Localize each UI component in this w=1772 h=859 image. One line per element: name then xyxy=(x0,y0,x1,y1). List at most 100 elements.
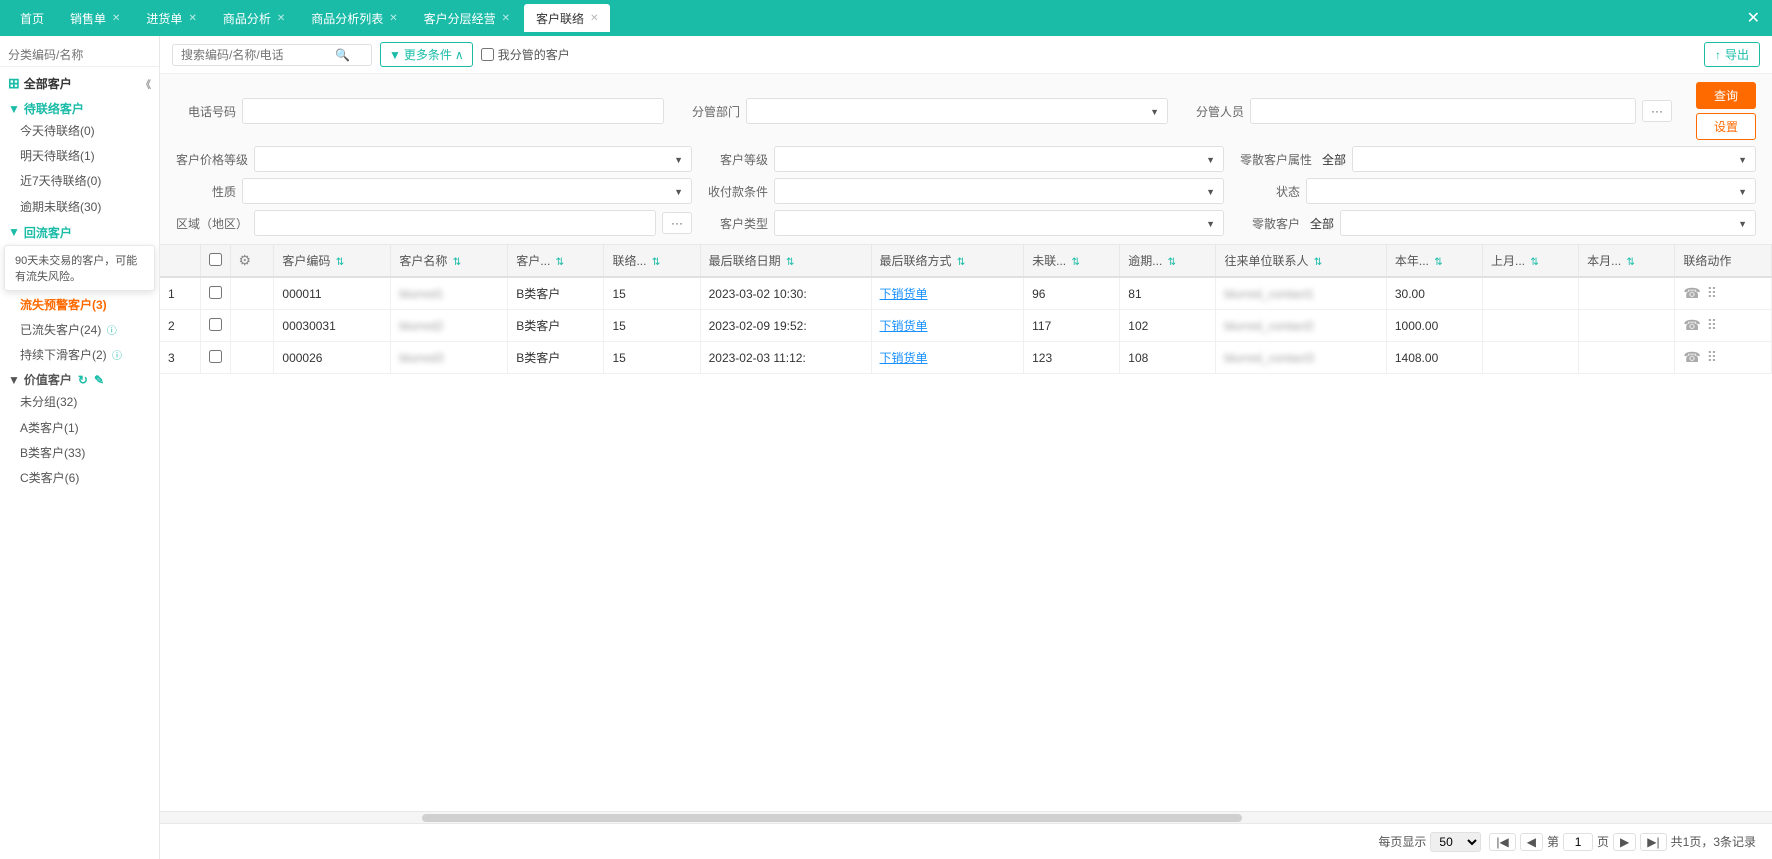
sidebar-search-input[interactable] xyxy=(8,48,160,62)
phone-input[interactable] xyxy=(242,98,664,124)
th-this-year[interactable]: 本年... ⇅ xyxy=(1386,245,1482,277)
group-pending-contact[interactable]: ▼ 待联络客户 xyxy=(0,96,159,119)
th-name[interactable]: 客户名称 ⇅ xyxy=(391,245,508,277)
action-call-icon[interactable]: ☎ xyxy=(1683,349,1700,366)
action-call-icon[interactable]: ☎ xyxy=(1683,317,1700,334)
cell-not-contact: 123 xyxy=(1024,342,1120,374)
dept-chevron xyxy=(1150,104,1159,118)
horizontal-scrollbar[interactable] xyxy=(160,811,1772,823)
next-page-btn[interactable]: ▶ xyxy=(1613,833,1636,851)
th-overdue[interactable]: 逾期... ⇅ xyxy=(1120,245,1216,277)
zero-attrs-select[interactable] xyxy=(1352,146,1756,172)
my-customers-check[interactable]: 我分管的客户 xyxy=(481,46,570,63)
th-contact[interactable]: 联络... ⇅ xyxy=(604,245,700,277)
search-icon[interactable]: 🔍 xyxy=(335,48,350,62)
first-page-btn[interactable]: |◀ xyxy=(1489,833,1515,851)
per-page-select[interactable]: 50 20 100 xyxy=(1430,832,1481,852)
close-product-analysis-icon[interactable]: ✕ xyxy=(277,13,285,24)
th-type[interactable]: 客户... ⇅ xyxy=(508,245,604,277)
price-tier-select[interactable] xyxy=(254,146,692,172)
row-checkbox-2[interactable] xyxy=(209,350,222,363)
th-last-way[interactable]: 最后联络方式 ⇅ xyxy=(871,245,1024,277)
action-more-icon[interactable]: ⠿ xyxy=(1707,317,1717,334)
action-call-icon[interactable]: ☎ xyxy=(1683,285,1700,302)
edit-icon[interactable]: ✎ xyxy=(94,373,104,387)
th-last-date[interactable]: 最后联络日期 ⇅ xyxy=(700,245,871,277)
sidebar-item-tomorrow[interactable]: 明天待联络(1) xyxy=(0,144,159,169)
prev-page-btn[interactable]: ◀ xyxy=(1520,833,1543,851)
status-select[interactable] xyxy=(1306,178,1756,204)
gender-chevron xyxy=(674,184,683,198)
tab-home[interactable]: 首页 xyxy=(8,10,56,27)
sidebar-item-class-b[interactable]: B类客户(33) xyxy=(0,441,159,466)
scroll-thumb[interactable] xyxy=(422,814,1242,822)
sidebar-item-ungrouped[interactable]: 未分组(32) xyxy=(0,390,159,415)
adv-row-3: 性质 收付款条件 状态 xyxy=(176,178,1756,204)
page-input[interactable] xyxy=(1563,833,1593,851)
table-settings-icon[interactable]: ⚙ xyxy=(239,252,252,268)
info-icon2: ⓘ xyxy=(112,351,122,362)
cell-name: blurred1 xyxy=(391,277,508,310)
manager-ellipsis[interactable]: ··· xyxy=(1642,100,1672,122)
payment-select[interactable] xyxy=(774,178,1224,204)
th-code[interactable]: 客户编码 ⇅ xyxy=(274,245,391,277)
tab-customer-segment[interactable]: 客户分层经营 ✕ xyxy=(412,4,522,32)
th-not-contact[interactable]: 未联... ⇅ xyxy=(1024,245,1120,277)
close-product-list-icon[interactable]: ✕ xyxy=(389,13,397,24)
sidebar-item-class-a[interactable]: A类客户(1) xyxy=(0,416,159,441)
tab-product-analysis-list[interactable]: 商品分析列表 ✕ xyxy=(299,4,409,32)
close-contact-icon[interactable]: ✕ xyxy=(590,13,598,24)
zero-customer-select[interactable] xyxy=(1340,210,1756,236)
row-checkbox-0[interactable] xyxy=(209,286,222,299)
export-btn[interactable]: ↑ 导出 xyxy=(1704,42,1760,67)
customer-type-select[interactable] xyxy=(774,210,1224,236)
tab-purchase[interactable]: 进货单 ✕ xyxy=(134,4,208,32)
sidebar-item-hold-back[interactable]: 持续下滑客户(2) ⓘ xyxy=(0,343,159,368)
collapse-icon[interactable]: 《 xyxy=(141,76,151,91)
group-churn[interactable]: ▼ 回流客户 xyxy=(0,220,159,243)
close-sales-icon[interactable]: ✕ xyxy=(112,13,120,24)
adv-row-2: 客户价格等级 客户等级 零散客户属性 全部 xyxy=(176,146,1756,172)
th-this-month[interactable]: 本月... ⇅ xyxy=(1579,245,1675,277)
close-segment-icon[interactable]: ✕ xyxy=(502,13,510,24)
cell-contact: 15 xyxy=(604,277,700,310)
tab-customer-contact[interactable]: 客户联络 ✕ xyxy=(524,4,610,32)
refresh-icon[interactable]: ↻ xyxy=(78,373,88,387)
tab-product-analysis[interactable]: 商品分析 ✕ xyxy=(211,4,297,32)
sidebar-item-today[interactable]: 今天待联络(0) xyxy=(0,119,159,144)
last-page-btn[interactable]: ▶| xyxy=(1640,833,1666,851)
cell-type: B类客户 xyxy=(508,342,604,374)
th-last-month[interactable]: 上月... ⇅ xyxy=(1483,245,1579,277)
sidebar-item-week[interactable]: 近7天待联络(0) xyxy=(0,169,159,194)
sidebar-item-churn-warning[interactable]: 流失预警客户(3) xyxy=(0,293,159,318)
group-value-customers[interactable]: ▼ 价值客户 ↻ ✎ xyxy=(0,368,159,390)
search-input[interactable] xyxy=(181,48,331,62)
sort-year-icon: ⇅ xyxy=(1434,257,1442,268)
th-unit-contact[interactable]: 往来单位联系人 ⇅ xyxy=(1216,245,1386,277)
settings-btn[interactable]: 设置 xyxy=(1696,113,1756,140)
sidebar-item-class-c[interactable]: C类客户(6) xyxy=(0,466,159,491)
action-more-icon[interactable]: ⠿ xyxy=(1707,285,1717,302)
sidebar-item-already-churn[interactable]: 已流失客户(24) ⓘ xyxy=(0,318,159,343)
region-ellipsis[interactable]: ··· xyxy=(662,212,692,234)
row-checkbox-1[interactable] xyxy=(209,318,222,331)
cell-this-year: 1000.00 xyxy=(1386,310,1482,342)
dept-select[interactable] xyxy=(746,98,1168,124)
sidebar: 🔍 ⊞ 全部客户 《 ▼ 待联络客户 今天待联络(0) 明天待联络(1) 近7天… xyxy=(0,36,160,859)
gender-select[interactable] xyxy=(242,178,692,204)
query-btn[interactable]: 查询 xyxy=(1696,82,1756,109)
my-customers-checkbox[interactable] xyxy=(481,48,494,61)
more-conditions-btn[interactable]: ▼ 更多条件 ∧ xyxy=(380,42,473,67)
sidebar-item-overdue[interactable]: 逾期未联络(30) xyxy=(0,195,159,220)
sort-overdue-icon: ⇅ xyxy=(1168,257,1176,268)
tab-sales[interactable]: 销售单 ✕ xyxy=(58,4,132,32)
select-all-checkbox[interactable] xyxy=(209,253,222,266)
window-close-icon[interactable]: ✕ xyxy=(1747,8,1760,28)
customer-level-select[interactable] xyxy=(774,146,1224,172)
action-more-icon[interactable]: ⠿ xyxy=(1707,349,1717,366)
close-purchase-icon[interactable]: ✕ xyxy=(188,13,196,24)
th-checkbox xyxy=(200,245,230,277)
all-customers-title[interactable]: ⊞ 全部客户 《 xyxy=(0,71,159,96)
region-select[interactable] xyxy=(254,210,656,236)
manager-select[interactable] xyxy=(1250,98,1636,124)
